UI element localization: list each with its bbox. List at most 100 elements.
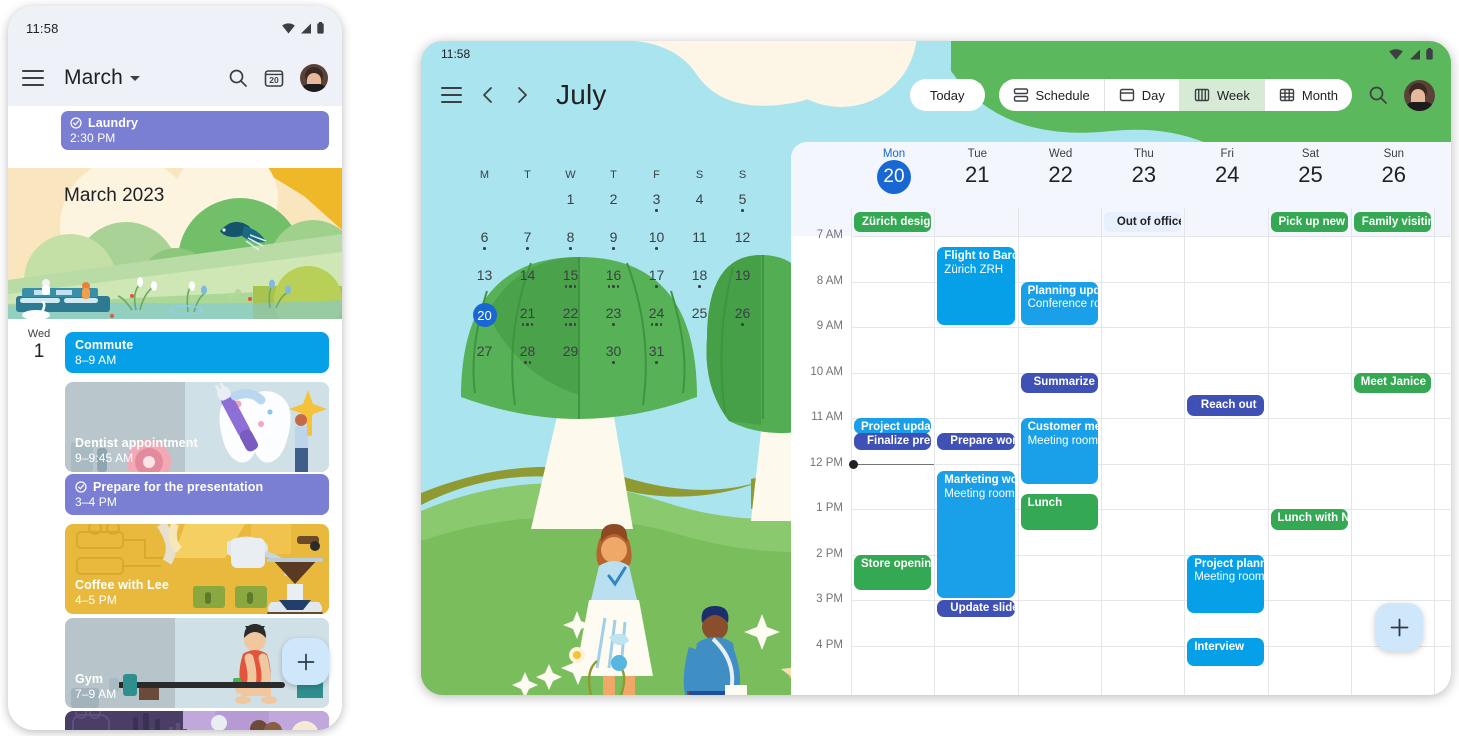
week-day-number: 22: [1048, 162, 1073, 187]
calendar-event[interactable]: Lunch with Noah: [1270, 509, 1348, 530]
mini-calendar-day-27[interactable]: 27: [463, 339, 506, 377]
agenda-event-dentist[interactable]: Dentist appointment 9–9:45 AM: [65, 382, 329, 472]
menu-icon[interactable]: [441, 87, 462, 103]
mini-calendar-day-26[interactable]: 26: [721, 301, 764, 339]
mini-calendar-day-18[interactable]: 18: [678, 263, 721, 301]
signal-icon: [301, 23, 311, 33]
all-day-event[interactable]: Zürich design days: [854, 212, 932, 232]
calendar-event[interactable]: Marketing workshopMeeting room 1: [937, 471, 1015, 598]
agenda-event-laundry[interactable]: Laundry 2:30 PM: [61, 111, 329, 150]
avatar[interactable]: [1404, 79, 1435, 111]
mini-calendar-day-20[interactable]: 20: [463, 301, 506, 339]
mini-calendar-day-21[interactable]: 21: [506, 301, 549, 339]
agenda-event-commute[interactable]: Commute 8–9 AM: [65, 332, 329, 373]
mini-calendar-day-7[interactable]: 7: [506, 225, 549, 263]
mini-calendar-event-dots: [592, 323, 635, 326]
calendar-event-text: Marketing workshopMeeting room 1: [944, 474, 1014, 501]
mini-calendar-day-25[interactable]: 25: [678, 301, 721, 339]
calendar-event[interactable]: Store opening: [854, 554, 932, 591]
today-button[interactable]: Today: [909, 79, 985, 111]
tab-day[interactable]: Day: [1105, 79, 1180, 111]
chevron-right-icon[interactable]: [514, 85, 530, 105]
week-day-header-tue[interactable]: Tue 21: [935, 148, 1019, 188]
calendar-event[interactable]: Summarize notes: [1020, 372, 1098, 394]
calendar-event[interactable]: Flight to BarcelonaZürich ZRH: [937, 247, 1015, 325]
week-icon: [1194, 88, 1210, 102]
calendar-event[interactable]: Planning updateConference room: [1020, 281, 1098, 325]
day-divider-allday: [1017, 208, 1019, 236]
mini-calendar-day-4[interactable]: 4: [678, 187, 721, 225]
mini-calendar-day-number: 20: [472, 303, 497, 327]
mini-calendar-day-14[interactable]: 14: [506, 263, 549, 301]
jump-to-today-icon[interactable]: 20: [264, 68, 284, 88]
mini-calendar-day-empty: [678, 339, 721, 377]
week-day-header-mon[interactable]: Mon 20: [852, 148, 936, 194]
agenda-day-num: 1: [33, 341, 45, 362]
calendar-event[interactable]: Meet Janice: [1353, 372, 1432, 394]
mini-calendar-day-8[interactable]: 8: [549, 225, 592, 263]
tablet-month-label[interactable]: July: [556, 79, 607, 111]
day-divider-allday: [1184, 208, 1186, 236]
mini-calendar-day-17[interactable]: 17: [635, 263, 678, 301]
mini-dow: T: [610, 169, 617, 181]
calendar-event[interactable]: Update slides: [937, 600, 1015, 617]
mini-calendar-day-number: 12: [734, 229, 751, 245]
mini-calendar-day-22[interactable]: 22: [549, 301, 592, 339]
week-grid[interactable]: [791, 236, 1451, 695]
week-day-header-wed[interactable]: Wed 22: [1019, 148, 1103, 188]
calendar-event[interactable]: Reach out: [1187, 395, 1265, 416]
calendar-event[interactable]: Project planningMeeting room 2: [1187, 554, 1265, 614]
tab-schedule[interactable]: Schedule: [999, 79, 1105, 111]
mini-calendar-day-30[interactable]: 30: [592, 339, 635, 377]
mini-calendar-day-15[interactable]: 15: [549, 263, 592, 301]
search-icon[interactable]: [228, 68, 248, 88]
agenda-event-coffee[interactable]: Coffee with Lee 4–5 PM: [65, 524, 329, 614]
calendar-event-text: Interview: [1194, 641, 1257, 655]
create-event-fab[interactable]: [1375, 603, 1423, 651]
chevron-left-icon[interactable]: [480, 85, 496, 105]
month-icon: [1279, 88, 1295, 102]
agenda-event-next-partial[interactable]: [65, 711, 329, 730]
avatar[interactable]: [300, 64, 328, 92]
week-day-header-fri[interactable]: Fri 24: [1185, 148, 1269, 188]
party-illustration: [65, 711, 329, 730]
tab-month[interactable]: Month: [1265, 79, 1352, 111]
all-day-event[interactable]: Pick up new bike: [1270, 212, 1348, 232]
mini-calendar-day-19[interactable]: 19: [721, 263, 764, 301]
mini-calendar-day-number: 30: [605, 343, 622, 359]
mini-calendar-day-12[interactable]: 12: [721, 225, 764, 263]
mini-calendar-day-1[interactable]: 1: [549, 187, 592, 225]
mini-calendar-day-28[interactable]: 28: [506, 339, 549, 377]
all-day-event[interactable]: Out of office: [1103, 212, 1182, 232]
mini-calendar-day-2[interactable]: 2: [592, 187, 635, 225]
create-event-fab[interactable]: [282, 638, 329, 685]
tab-week[interactable]: Week: [1179, 79, 1265, 111]
mini-calendar-day-6[interactable]: 6: [463, 225, 506, 263]
mini-calendar-day-5[interactable]: 5: [721, 187, 764, 225]
mini-calendar-day-3[interactable]: 3: [635, 187, 678, 225]
week-day-header-thu[interactable]: Thu 23: [1102, 148, 1186, 188]
week-day-header-sat[interactable]: Sat 25: [1269, 148, 1353, 188]
calendar-event[interactable]: Finalize presentation: [854, 433, 932, 451]
calendar-event[interactable]: Customer meetingMeeting room 3: [1020, 418, 1098, 485]
calendar-event[interactable]: Lunch: [1020, 493, 1098, 530]
mini-calendar-day-13[interactable]: 13: [463, 263, 506, 301]
mini-calendar-day-16[interactable]: 16: [592, 263, 635, 301]
phone-agenda: Laundry 2:30 PM March 2023 Wed 1 Commute…: [8, 106, 342, 730]
phone-month-label[interactable]: March: [64, 66, 140, 90]
mini-calendar-day-29[interactable]: 29: [549, 339, 592, 377]
calendar-event[interactable]: Project update: [854, 418, 932, 434]
mini-calendar-day-10[interactable]: 10: [635, 225, 678, 263]
mini-calendar-day-24[interactable]: 24: [635, 301, 678, 339]
calendar-event[interactable]: Prepare workshop: [937, 433, 1015, 451]
mini-calendar-day-23[interactable]: 23: [592, 301, 635, 339]
all-day-event[interactable]: Family visiting: [1353, 212, 1432, 232]
tablet-search-button[interactable]: [1368, 85, 1388, 105]
mini-calendar-day-9[interactable]: 9: [592, 225, 635, 263]
menu-icon[interactable]: [22, 70, 44, 86]
agenda-task-prepare-presentation[interactable]: Prepare for the presentation 3–4 PM: [65, 474, 329, 515]
mini-calendar-day-11[interactable]: 11: [678, 225, 721, 263]
mini-calendar-day-31[interactable]: 31: [635, 339, 678, 377]
week-day-header-sun[interactable]: Sun 26: [1352, 148, 1436, 188]
calendar-event[interactable]: Interview: [1187, 637, 1265, 667]
